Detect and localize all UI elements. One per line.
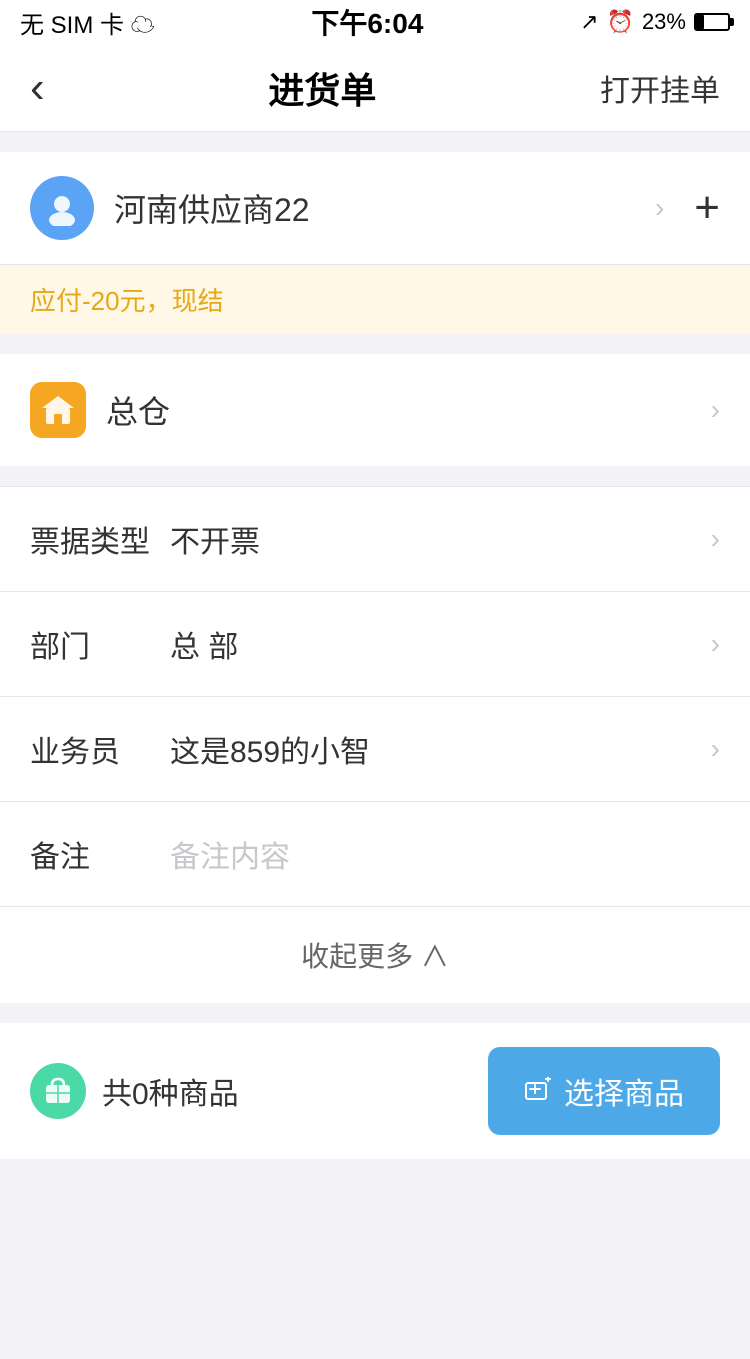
battery-label: 23%: [642, 9, 686, 35]
alarm-icon: ⏰: [607, 9, 634, 35]
department-arrow-icon: ›: [711, 628, 720, 660]
department-value: 总 部: [150, 622, 711, 666]
warehouse-section: 总仓 ›: [0, 354, 750, 466]
salesperson-arrow-icon: ›: [711, 733, 720, 765]
remark-row[interactable]: 备注 备注内容: [0, 801, 750, 906]
add-supplier-button[interactable]: +: [694, 186, 720, 230]
salesperson-row[interactable]: 业务员 这是859的小智 ›: [0, 696, 750, 801]
form-section: 票据类型 不开票 › 部门 总 部 › 业务员 这是859的小智 › 备注 备注…: [0, 486, 750, 1003]
notice-text: 应付-20元，现结: [30, 286, 224, 316]
department-label: 部门: [30, 622, 150, 666]
location-icon: ↗: [580, 9, 598, 35]
status-left: 无 SIM 卡 ☁: [20, 5, 155, 40]
remark-label: 备注: [30, 832, 150, 876]
product-icon: [30, 1063, 86, 1119]
supplier-row[interactable]: 河南供应商22 › +: [0, 152, 750, 265]
page-title: 进货单: [268, 62, 376, 114]
invoice-type-value: 不开票: [150, 517, 711, 561]
sim-label: 无 SIM 卡 ☁: [20, 5, 155, 40]
select-product-label: 选择商品: [564, 1069, 684, 1113]
department-row[interactable]: 部门 总 部 ›: [0, 591, 750, 696]
invoice-type-arrow-icon: ›: [711, 523, 720, 555]
section-gap-2: [0, 334, 750, 354]
nav-bar: ‹ 进货单 打开挂单: [0, 44, 750, 132]
section-gap-1: [0, 132, 750, 152]
battery-icon: [694, 13, 730, 31]
salesperson-label: 业务员: [30, 727, 150, 771]
section-gap-3: [0, 466, 750, 486]
invoice-type-label: 票据类型: [30, 517, 150, 561]
select-product-button[interactable]: 选择商品: [488, 1047, 720, 1135]
remark-input[interactable]: 备注内容: [150, 832, 720, 876]
warehouse-name: 总仓: [106, 387, 711, 433]
open-pending-button[interactable]: 打开挂单: [600, 66, 720, 110]
notice-bar: 应付-20元，现结: [0, 265, 750, 334]
back-button[interactable]: ‹: [30, 63, 45, 113]
salesperson-value: 这是859的小智: [150, 727, 711, 771]
supplier-section: 河南供应商22 › + 应付-20元，现结: [0, 152, 750, 334]
invoice-type-row[interactable]: 票据类型 不开票 ›: [0, 486, 750, 591]
supplier-arrow-icon: ›: [655, 192, 664, 224]
status-bar: 无 SIM 卡 ☁ 下午6:04 ↗ ⏰ 23%: [0, 0, 750, 44]
supplier-avatar: [30, 176, 94, 240]
collapse-label: 收起更多 ∧: [301, 941, 449, 972]
warehouse-arrow-icon: ›: [711, 394, 720, 426]
bottom-bar: 共0种商品 选择商品: [0, 1023, 750, 1159]
status-right: ↗ ⏰ 23%: [580, 9, 730, 35]
warehouse-icon: [30, 382, 86, 438]
page-background: [0, 1159, 750, 1359]
collapse-button[interactable]: 收起更多 ∧: [0, 906, 750, 1003]
product-count-text: 共0种商品: [102, 1069, 239, 1113]
product-count-wrapper: 共0种商品: [30, 1063, 239, 1119]
supplier-name: 河南供应商22: [114, 185, 655, 231]
warehouse-row[interactable]: 总仓 ›: [0, 354, 750, 466]
status-time: 下午6:04: [311, 2, 423, 42]
